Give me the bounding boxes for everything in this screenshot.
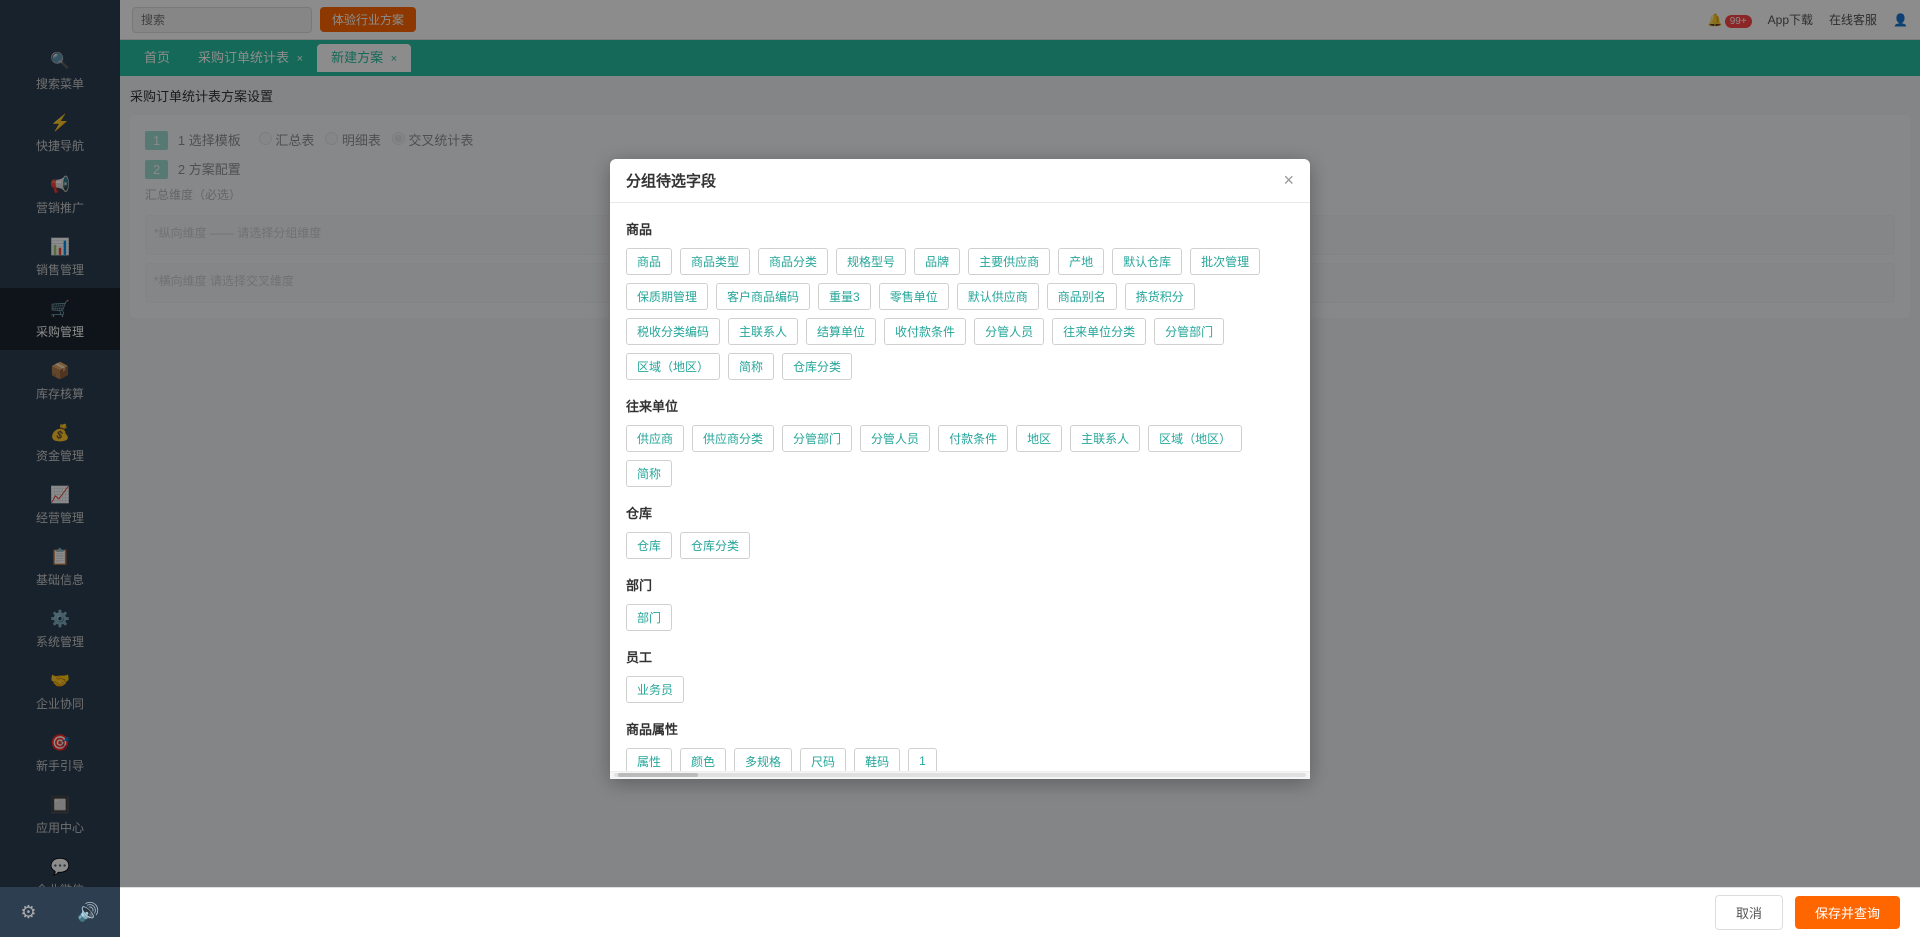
field-tag-default-warehouse[interactable]: 默认仓库 (1112, 248, 1182, 275)
field-tag-payment-terms[interactable]: 收付款条件 (884, 318, 966, 345)
field-tag-warehouse[interactable]: 仓库 (626, 532, 672, 559)
field-tag-main-supplier[interactable]: 主要供应商 (968, 248, 1050, 275)
field-tag-size[interactable]: 尺码 (800, 748, 846, 771)
field-tag-warehouse-cat[interactable]: 仓库分类 (680, 532, 750, 559)
field-tag-batch[interactable]: 批次管理 (1190, 248, 1260, 275)
field-tag-supplier-category[interactable]: 供应商分类 (692, 425, 774, 452)
section-goods-attr: 商品属性 属性 颜色 多规格 尺码 鞋码 1 (626, 719, 1294, 771)
save-button[interactable]: 保存并查询 (1795, 896, 1900, 929)
field-tag-pay-terms[interactable]: 付款条件 (938, 425, 1008, 452)
field-tag-main-contact-p[interactable]: 主联系人 (1070, 425, 1140, 452)
field-tag-region[interactable]: 区域（地区） (626, 353, 720, 380)
section-title-goods-attr: 商品属性 (626, 719, 1294, 738)
modal-close-button[interactable]: × (1283, 171, 1294, 189)
field-tag-supplier[interactable]: 供应商 (626, 425, 684, 452)
field-tag-partner-category[interactable]: 往来单位分类 (1052, 318, 1146, 345)
field-tag-salesperson[interactable]: 业务员 (626, 676, 684, 703)
cancel-button[interactable]: 取消 (1715, 895, 1783, 930)
field-select-modal: 分组待选字段 × 商品 商品 商品类型 商品分类 规格型号 品牌 主要供应商 产… (610, 159, 1310, 779)
field-tag-goods[interactable]: 商品 (626, 248, 672, 275)
modal-body[interactable]: 商品 商品 商品类型 商品分类 规格型号 品牌 主要供应商 产地 默认仓库 批次… (610, 203, 1310, 771)
field-tag-attr[interactable]: 属性 (626, 748, 672, 771)
field-tag-settlement-unit[interactable]: 结算单位 (806, 318, 876, 345)
section-partners: 往来单位 供应商 供应商分类 分管部门 分管人员 付款条件 地区 主联系人 区域… (626, 396, 1294, 487)
field-tag-goods-alias[interactable]: 商品别名 (1047, 283, 1117, 310)
section-title-staff: 员工 (626, 647, 1294, 666)
field-tag-goods-category[interactable]: 商品分类 (758, 248, 828, 275)
field-tag-warehouse-category[interactable]: 仓库分类 (782, 353, 852, 380)
field-tag-color[interactable]: 颜色 (680, 748, 726, 771)
field-tag-quality[interactable]: 保质期管理 (626, 283, 708, 310)
field-tags-staff: 业务员 (626, 676, 1294, 703)
field-tag-brand[interactable]: 品牌 (914, 248, 960, 275)
main-footer: 取消 保存并查询 (120, 887, 1920, 937)
field-tag-region-p[interactable]: 区域（地区） (1148, 425, 1242, 452)
section-goods: 商品 商品 商品类型 商品分类 规格型号 品牌 主要供应商 产地 默认仓库 批次… (626, 219, 1294, 380)
field-tag-shoe-size[interactable]: 鞋码 (854, 748, 900, 771)
field-tag-department[interactable]: 部门 (626, 604, 672, 631)
field-tag-manager[interactable]: 分管人员 (974, 318, 1044, 345)
field-tag-default-supplier[interactable]: 默认供应商 (957, 283, 1039, 310)
settings-icon[interactable]: ⚙ (20, 902, 36, 923)
modal-horizontal-scroll[interactable] (610, 771, 1310, 779)
field-tag-partner-manager[interactable]: 分管人员 (860, 425, 930, 452)
section-title-warehouse: 仓库 (626, 503, 1294, 522)
field-tags-goods-attr: 属性 颜色 多规格 尺码 鞋码 1 (626, 748, 1294, 771)
field-tag-multi-spec[interactable]: 多规格 (734, 748, 792, 771)
section-warehouse: 仓库 仓库 仓库分类 (626, 503, 1294, 559)
modal-overlay: 分组待选字段 × 商品 商品 商品类型 商品分类 规格型号 品牌 主要供应商 产… (0, 0, 1920, 937)
section-dept: 部门 部门 (626, 575, 1294, 631)
field-tag-picking-points[interactable]: 拣货积分 (1125, 283, 1195, 310)
field-tag-customer-code[interactable]: 客户商品编码 (716, 283, 810, 310)
field-tag-tax-code[interactable]: 税收分类编码 (626, 318, 720, 345)
modal-header: 分组待选字段 × (610, 159, 1310, 203)
field-tag-weight[interactable]: 重量3 (818, 283, 871, 310)
section-title-partners: 往来单位 (626, 396, 1294, 415)
hscroll-thumb[interactable] (618, 773, 698, 777)
field-tag-spec-model[interactable]: 规格型号 (836, 248, 906, 275)
field-tag-partner-dept[interactable]: 分管部门 (782, 425, 852, 452)
field-tag-retail-unit[interactable]: 零售单位 (879, 283, 949, 310)
field-tag-num1[interactable]: 1 (908, 748, 937, 771)
bottom-sidebar-bar: ⚙ 🔊 (0, 887, 120, 937)
field-tag-area[interactable]: 地区 (1016, 425, 1062, 452)
field-tags-goods: 商品 商品类型 商品分类 规格型号 品牌 主要供应商 产地 默认仓库 批次管理 … (626, 248, 1294, 380)
field-tag-dept[interactable]: 分管部门 (1154, 318, 1224, 345)
modal-title: 分组待选字段 (626, 170, 716, 191)
section-title-goods: 商品 (626, 219, 1294, 238)
field-tag-origin[interactable]: 产地 (1058, 248, 1104, 275)
field-tag-goods-type[interactable]: 商品类型 (680, 248, 750, 275)
section-title-dept: 部门 (626, 575, 1294, 594)
field-tag-short-name[interactable]: 简称 (728, 353, 774, 380)
volume-icon[interactable]: 🔊 (77, 902, 99, 923)
field-tag-short-name-p[interactable]: 简称 (626, 460, 672, 487)
field-tag-main-contact[interactable]: 主联系人 (728, 318, 798, 345)
section-staff: 员工 业务员 (626, 647, 1294, 703)
field-tags-partners: 供应商 供应商分类 分管部门 分管人员 付款条件 地区 主联系人 区域（地区） … (626, 425, 1294, 487)
field-tags-dept: 部门 (626, 604, 1294, 631)
field-tags-warehouse: 仓库 仓库分类 (626, 532, 1294, 559)
